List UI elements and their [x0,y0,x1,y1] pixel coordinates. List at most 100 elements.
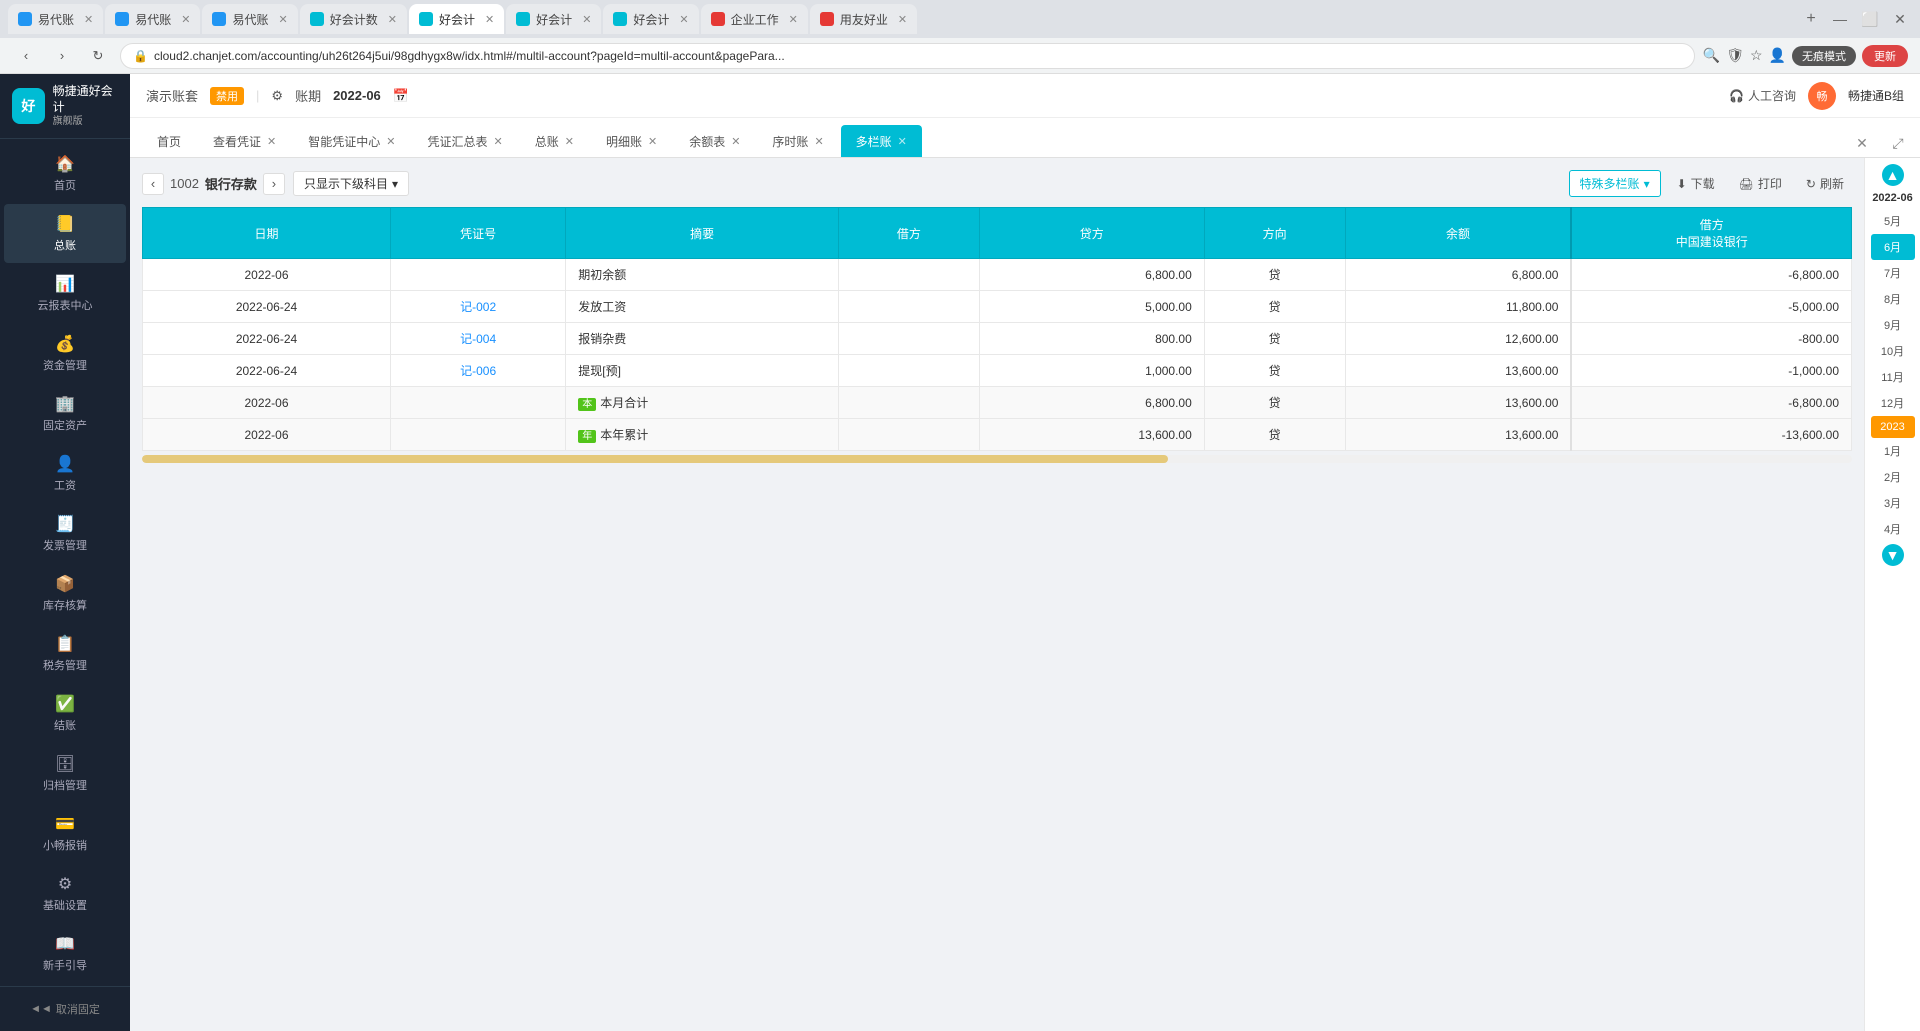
prev-account-button[interactable]: ‹ [142,173,164,195]
page-tab-close-6[interactable]: ✕ [731,135,740,148]
page-tab-close-2[interactable]: ✕ [386,135,395,148]
page-tab-close-3[interactable]: ✕ [494,135,503,148]
sidebar-item-funds[interactable]: 💰 资金管理 [4,324,126,383]
maximize-button[interactable]: ⬜ [1858,7,1882,31]
page-tab-0[interactable]: 首页 [142,125,196,157]
page-tab-close-8[interactable]: ✕ [898,135,907,148]
tab-close-7[interactable]: ✕ [679,13,688,26]
timeline-month-4[interactable]: 9月 [1871,312,1915,338]
timeline-month-3[interactable]: 8月 [1871,286,1915,312]
timeline-month-2[interactable]: 7月 [1871,260,1915,286]
page-tab-4[interactable]: 总账 ✕ [520,125,589,157]
browser-tab-6[interactable]: 好会计 ✕ [506,4,601,34]
calendar-icon[interactable]: 📅 [393,88,409,104]
tab-close-3[interactable]: ✕ [278,13,287,26]
tab-close-6[interactable]: ✕ [582,13,591,26]
tab-close-2[interactable]: ✕ [181,13,190,26]
timeline-month-1[interactable]: 6月 [1871,234,1915,260]
collapse-tabs-icon[interactable]: ✕ [1848,129,1876,157]
cell-0-1[interactable] [391,259,566,291]
timeline-down-arrow[interactable]: ▼ [1882,544,1904,566]
browser-tab-3[interactable]: 易代账 ✕ [202,4,297,34]
voucher-link-1[interactable]: 记-002 [460,300,496,314]
page-tab-close-7[interactable]: ✕ [814,135,823,148]
cell-1-1[interactable]: 记-002 [391,291,566,323]
filter-button[interactable]: 只显示下级科目 ▾ [293,171,409,196]
forward-button[interactable]: › [48,42,76,70]
cell-5-1[interactable] [391,419,566,451]
browser-tab-4[interactable]: 好会计数 ✕ [300,4,407,34]
tab-close-9[interactable]: ✕ [898,13,907,26]
page-tab-close-5[interactable]: ✕ [648,135,657,148]
page-tab-2[interactable]: 智能凭证中心 ✕ [293,125,410,157]
voucher-link-2[interactable]: 记-004 [460,332,496,346]
cell-2-1[interactable]: 记-004 [391,323,566,355]
new-tab-button[interactable]: + [1798,6,1824,32]
timeline-month-7[interactable]: 12月 [1871,390,1915,416]
page-tab-8[interactable]: 多栏账 ✕ [841,125,922,157]
timeline-month-5[interactable]: 10月 [1871,338,1915,364]
sidebar-item-invoice[interactable]: 🧾 发票管理 [4,504,126,563]
sidebar-item-assets[interactable]: 🏢 固定资产 [4,384,126,443]
sidebar-item-settle[interactable]: ✅ 结账 [4,684,126,743]
back-button[interactable]: ‹ [12,42,40,70]
timeline-year-badge-8[interactable]: 2023 [1871,416,1915,438]
service-button[interactable]: 🎧 人工咨询 [1729,87,1796,104]
horizontal-scrollbar[interactable] [142,455,1852,463]
browser-tab-1[interactable]: 易代账 ✕ [8,4,103,34]
user-avatar[interactable]: 畅 [1808,82,1836,110]
reload-button[interactable]: ↻ [84,42,112,70]
shield-icon[interactable]: 🛡 [1726,47,1744,64]
browser-tab-5[interactable]: 好会计 ✕ [409,4,504,34]
print-button[interactable]: 🖨 打印 [1731,171,1790,196]
collapse-button[interactable]: ◄◄ 取消固定 [8,995,122,1023]
browser-tab-8[interactable]: 企业工作 ✕ [701,4,808,34]
cell-4-1[interactable] [391,387,566,419]
sidebar-item-home[interactable]: 🏠 首页 [4,144,126,203]
expand-tabs-icon[interactable]: ⤢ [1884,129,1912,157]
special-ledger-button[interactable]: 特殊多栏账 ▾ [1569,170,1661,197]
sidebar-item-reports[interactable]: 📊 云报表中心 [4,264,126,323]
timeline-month-6[interactable]: 11月 [1871,364,1915,390]
star-icon[interactable]: ☆ [1750,47,1763,64]
sidebar-item-tax[interactable]: 📋 税务管理 [4,624,126,683]
sidebar-item-settings[interactable]: ⚙ 基础设置 [4,864,126,923]
next-account-button[interactable]: › [263,173,285,195]
page-tab-6[interactable]: 余额表 ✕ [674,125,755,157]
sidebar-item-archive[interactable]: 🗄 归档管理 [4,744,126,803]
sidebar-item-expense[interactable]: 💳 小畅报销 [4,804,126,863]
url-input[interactable]: 🔒 cloud2.chanjet.com/accounting/uh26t264… [120,43,1695,69]
close-button[interactable]: ✕ [1888,7,1912,31]
sidebar-item-salary[interactable]: 👤 工资 [4,444,126,503]
minimize-button[interactable]: — [1828,7,1852,31]
search-icon[interactable]: 🔍 [1703,47,1720,64]
browser-tab-9[interactable]: 用友好业 ✕ [810,4,917,34]
tab-close-5[interactable]: ✕ [485,13,494,26]
browser-tab-7[interactable]: 好会计 ✕ [603,4,698,34]
page-tab-3[interactable]: 凭证汇总表 ✕ [412,125,517,157]
refresh-button[interactable]: ↻ 刷新 [1798,171,1852,196]
settings-icon[interactable]: ⚙ [271,88,283,104]
timeline-month-0[interactable]: 5月 [1871,208,1915,234]
sidebar-item-ledger[interactable]: 📒 总账 [4,204,126,263]
page-tab-1[interactable]: 查看凭证 ✕ [198,125,291,157]
timeline-month-12[interactable]: 4月 [1871,516,1915,542]
sidebar-item-guide[interactable]: 📖 新手引导 [4,924,126,983]
timeline-month-11[interactable]: 3月 [1871,490,1915,516]
cell-3-1[interactable]: 记-006 [391,355,566,387]
profile-icon[interactable]: 👤 [1769,47,1786,64]
period-value[interactable]: 2022-06 [333,88,381,103]
incognito-button[interactable]: 无痕模式 [1792,46,1856,66]
tab-close-1[interactable]: ✕ [84,13,93,26]
sidebar-item-inventory[interactable]: 📦 库存核算 [4,564,126,623]
page-tab-close-1[interactable]: ✕ [267,135,276,148]
tab-close-8[interactable]: ✕ [789,13,798,26]
download-button[interactable]: ⬇ 下载 [1669,171,1723,196]
browser-tab-2[interactable]: 易代账 ✕ [105,4,200,34]
timeline-up-arrow[interactable]: ▲ [1882,164,1904,186]
page-tab-5[interactable]: 明细账 ✕ [591,125,672,157]
tab-close-4[interactable]: ✕ [388,13,397,26]
page-tab-close-4[interactable]: ✕ [565,135,574,148]
update-button[interactable]: 更新 [1862,45,1908,67]
page-tab-7[interactable]: 序时账 ✕ [757,125,838,157]
